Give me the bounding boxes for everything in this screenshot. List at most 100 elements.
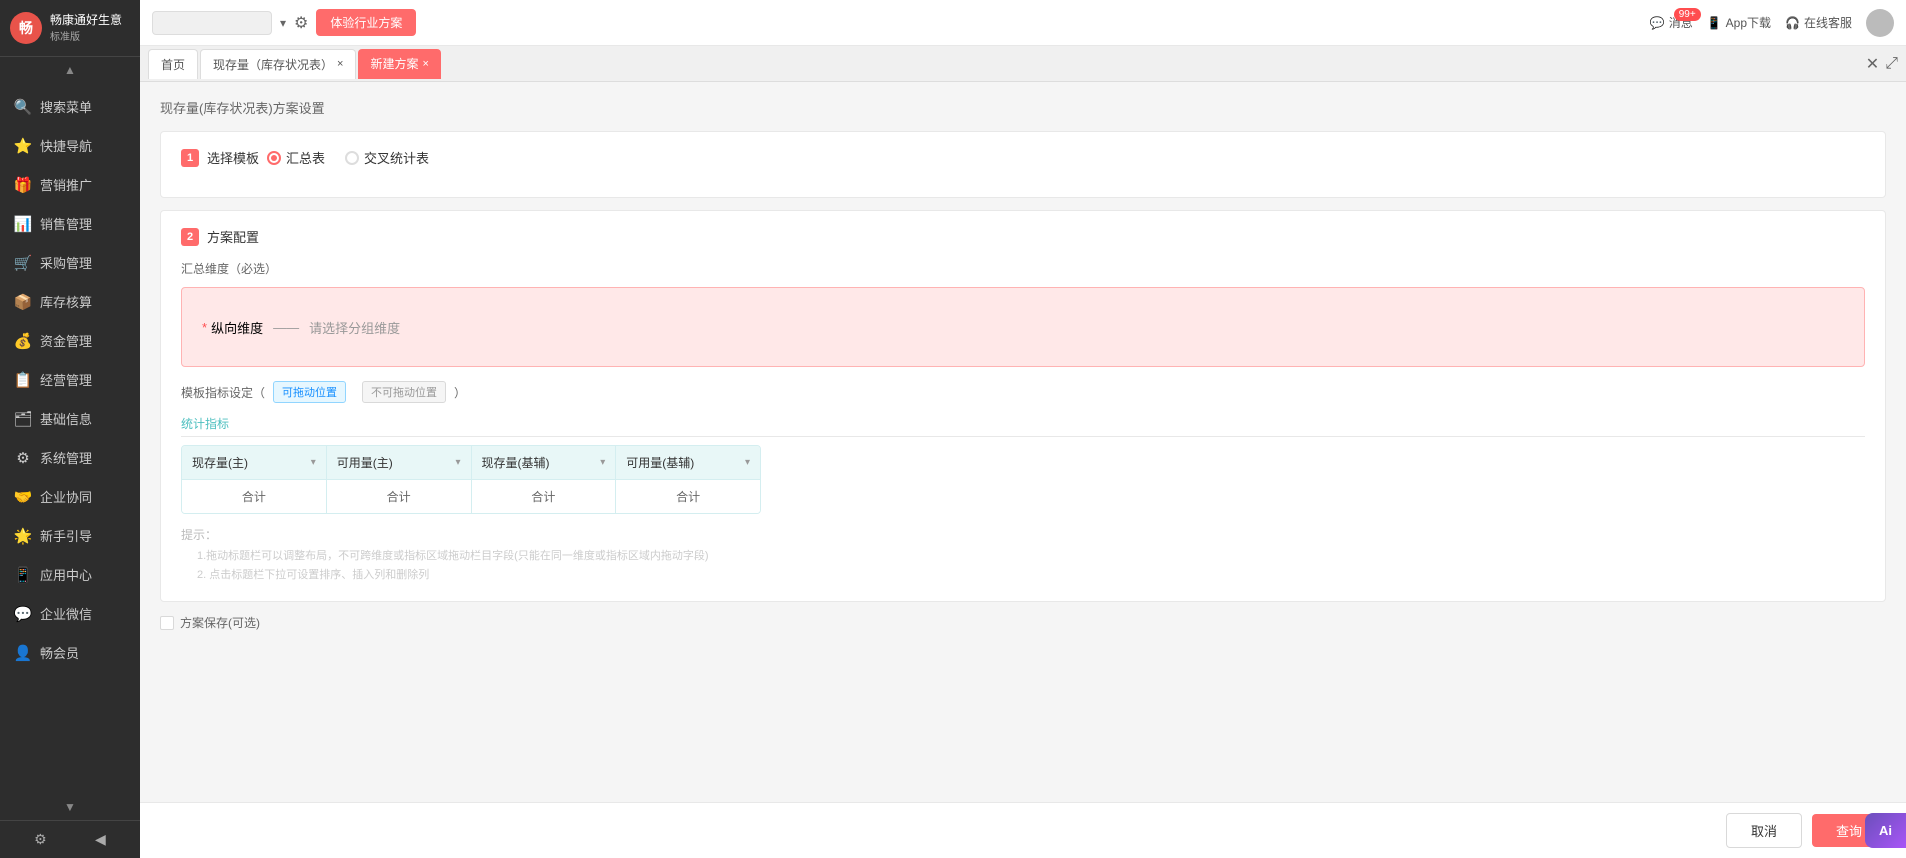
dimension-placeholder: 请选择分组维度: [309, 318, 400, 337]
sidebar-item-management[interactable]: 📋 经营管理: [0, 360, 140, 399]
cooperation-icon: 🤝: [14, 488, 32, 506]
sidebar-item-label: 营销推广: [40, 175, 92, 194]
sidebar-item-finance[interactable]: 💰 资金管理: [0, 321, 140, 360]
radio-summary[interactable]: 汇总表: [267, 148, 325, 167]
ai-float-button[interactable]: Ai: [1865, 813, 1906, 848]
newguide-icon: 🌟: [14, 527, 32, 545]
sidebar-item-marketing[interactable]: 🎁 营销推广: [0, 165, 140, 204]
sidebar-item-shortcut[interactable]: ⭐ 快捷导航: [0, 126, 140, 165]
section1-header: 1 选择模板 汇总表 交叉统计表: [181, 148, 1865, 167]
section2-header: 2 方案配置: [181, 227, 1865, 246]
app-edition: 标准版: [50, 28, 122, 43]
save-checkbox[interactable]: [160, 616, 174, 630]
col-0-label: 现存量(主): [192, 454, 248, 471]
col-1[interactable]: 可用量(主) ▾: [327, 446, 472, 479]
expand-tab-btn[interactable]: ⤢: [1885, 55, 1898, 73]
scroll-down-btn[interactable]: ▼: [62, 798, 78, 816]
col-0[interactable]: 现存量(主) ▾: [182, 446, 327, 479]
sidebar-item-cooperation[interactable]: 🤝 企业协同: [0, 477, 140, 516]
col-2[interactable]: 现存量(基辅) ▾: [472, 446, 617, 479]
sidebar-item-label: 基础信息: [40, 409, 92, 428]
col-1-label: 可用量(主): [337, 454, 393, 471]
sidebar-item-search[interactable]: 🔍 搜索菜单: [0, 87, 140, 126]
sidebar-logo: 畅 畅康通好生意 标准版: [0, 0, 140, 57]
summary-dim-label: 汇总维度（必选）: [181, 260, 1865, 277]
sidebar-item-system[interactable]: ⚙ 系统管理: [0, 438, 140, 477]
content-inner: 现存量(库存状况表)方案设置 1 选择模板 汇总表: [140, 82, 1906, 647]
sidebar-item-newguide[interactable]: 🌟 新手引导: [0, 516, 140, 555]
radio-cross[interactable]: 交叉统计表: [345, 148, 429, 167]
stats-title: 统计指标: [181, 415, 1865, 437]
scroll-up-btn[interactable]: ▲: [62, 61, 78, 79]
topbar-gear-btn[interactable]: ⚙: [294, 13, 308, 33]
finance-icon: 💰: [14, 332, 32, 350]
tab-new-plan-close[interactable]: ×: [422, 58, 428, 70]
sidebar-item-inventory[interactable]: 📦 库存核算: [0, 282, 140, 321]
radio-summary-circle: [267, 151, 281, 165]
sidebar-item-label: 销售管理: [40, 214, 92, 233]
online-service-btn[interactable]: 🎧 在线客服: [1785, 14, 1852, 31]
col-3-label: 可用量(基辅): [626, 454, 694, 471]
topbar-dropdown-btn[interactable]: ▾: [280, 16, 286, 30]
dimension-area[interactable]: * 纵向维度 —— 请选择分组维度: [181, 287, 1865, 367]
sidebar-item-label: 系统管理: [40, 448, 92, 467]
page-title: 现存量(库存状况表)方案设置: [160, 98, 1886, 117]
shortcut-icon: ⭐: [14, 137, 32, 155]
col-3[interactable]: 可用量(基辅) ▾: [616, 446, 760, 479]
close-tab-btn[interactable]: ✕: [1866, 54, 1879, 74]
topbar-search-input[interactable]: [152, 11, 272, 35]
tab-home[interactable]: 首页: [148, 49, 198, 79]
cell-1: 合计: [327, 480, 472, 513]
sidebar-item-label: 快捷导航: [40, 136, 92, 155]
main-area: ▾ ⚙ 体验行业方案 💬 消息 99+ 📱 App下载 🎧 在线客服 首页: [140, 0, 1906, 858]
app-download-label: App下载: [1726, 14, 1771, 31]
tabs-bar: 首页 现存量（库存状况表） × 新建方案 × ✕ ⤢: [140, 46, 1906, 82]
message-btn[interactable]: 💬 消息 99+: [1650, 14, 1693, 31]
sidebar-item-appstore[interactable]: 📱 应用中心: [0, 555, 140, 594]
settings-btn[interactable]: ⚙: [34, 831, 47, 848]
save-option: 方案保存(可选): [160, 614, 1886, 631]
management-icon: 📋: [14, 371, 32, 389]
sales-icon: 📊: [14, 215, 32, 233]
section2-title: 方案配置: [207, 227, 259, 246]
sidebar-item-member[interactable]: 👤 畅会员: [0, 633, 140, 672]
sidebar-item-label: 库存核算: [40, 292, 92, 311]
tab-inventory[interactable]: 现存量（库存状况表） ×: [200, 49, 356, 79]
indicator-setting-label: 模板指标设定（: [181, 384, 265, 401]
sidebar-nav: 🔍 搜索菜单 ⭐ 快捷导航 🎁 营销推广 📊 销售管理 🛒 采购管理 📦 库存核…: [0, 83, 140, 794]
cell-0: 合计: [182, 480, 327, 513]
tab-home-label: 首页: [161, 56, 185, 73]
weixin-icon: 💬: [14, 605, 32, 623]
tab-new-plan-label: 新建方案: [370, 55, 418, 72]
tab-inventory-label: 现存量（库存状况表）: [213, 56, 333, 73]
app-download-btn[interactable]: 📱 App下载: [1707, 14, 1771, 31]
tab-new-plan[interactable]: 新建方案 ×: [358, 49, 440, 79]
sidebar-bottom: ⚙ ◀: [0, 820, 140, 858]
sidebar-item-purchase[interactable]: 🛒 采购管理: [0, 243, 140, 282]
radio-cross-label: 交叉统计表: [364, 148, 429, 167]
sidebar-item-label: 采购管理: [40, 253, 92, 272]
sidebar-item-label: 应用中心: [40, 565, 92, 584]
template-radio-group: 汇总表 交叉统计表: [267, 148, 429, 167]
section1-title: 选择模板: [207, 148, 259, 167]
sidebar-item-label: 畅会员: [40, 643, 79, 662]
sidebar-item-basic[interactable]: 🗂 基础信息: [0, 399, 140, 438]
user-avatar[interactable]: [1866, 9, 1894, 37]
tab-inventory-close[interactable]: ×: [337, 58, 343, 70]
save-label: 方案保存(可选): [180, 614, 260, 631]
collapse-btn[interactable]: ◀: [95, 831, 106, 848]
appstore-icon: 📱: [14, 566, 32, 584]
trial-btn[interactable]: 体验行业方案: [316, 9, 416, 36]
indicator-setting-row: 模板指标设定（ 可拖动位置 不可拖动位置 ）: [181, 381, 1865, 403]
basic-icon: 🗂: [14, 410, 32, 428]
cell-3: 合计: [616, 480, 760, 513]
sidebar-item-weixin[interactable]: 💬 企业微信: [0, 594, 140, 633]
app-name: 畅康通好生意: [50, 13, 122, 29]
sidebar-item-sales[interactable]: 📊 销售管理: [0, 204, 140, 243]
topbar: ▾ ⚙ 体验行业方案 💬 消息 99+ 📱 App下载 🎧 在线客服: [140, 0, 1906, 46]
topbar-left: ▾ ⚙ 体验行业方案: [152, 9, 1640, 36]
tips-title: 提示：: [181, 526, 1865, 543]
col-2-chevron: ▾: [600, 457, 605, 468]
member-icon: 👤: [14, 644, 32, 662]
cancel-button[interactable]: 取消: [1726, 813, 1802, 848]
